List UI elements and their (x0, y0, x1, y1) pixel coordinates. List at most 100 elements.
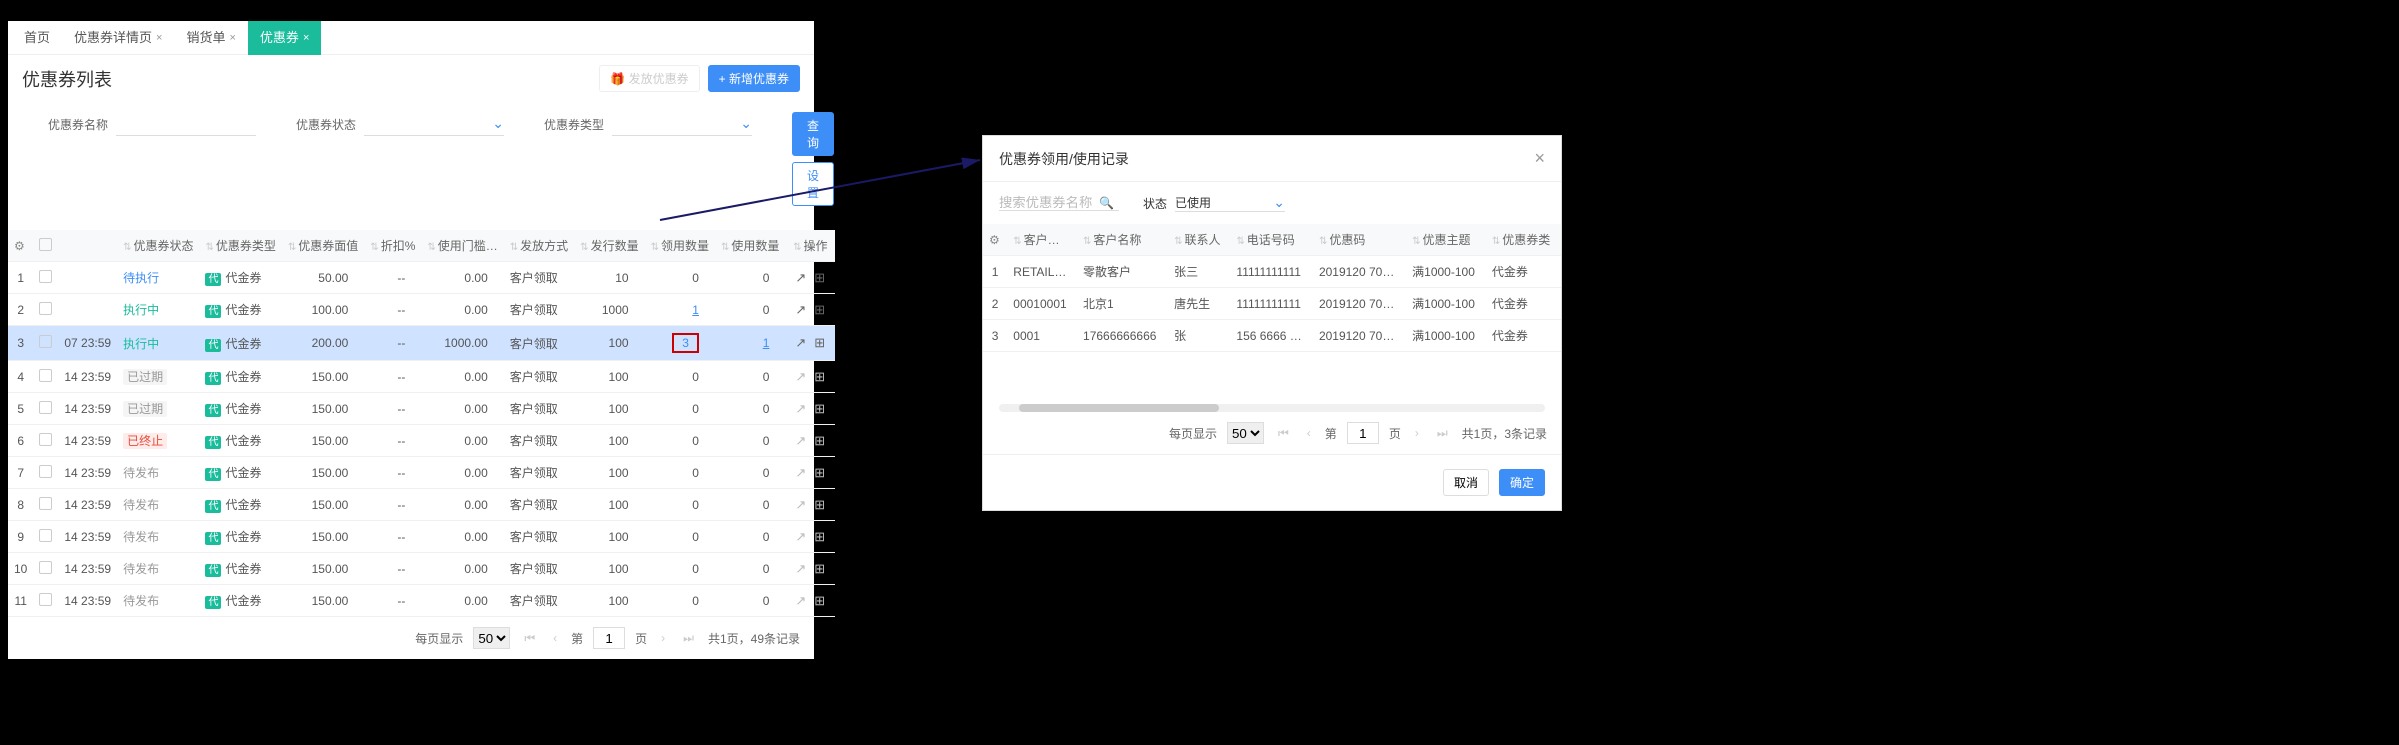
share-icon[interactable]: ↗ (795, 270, 806, 285)
column-header[interactable]: 联系人 (1168, 224, 1230, 256)
share-icon[interactable]: ↗ (795, 401, 806, 416)
select-all-checkbox[interactable] (39, 238, 52, 251)
column-header[interactable]: 优惠券状态 (117, 230, 199, 262)
next-page-icon[interactable]: › (657, 631, 669, 645)
share-icon[interactable]: ↗ (795, 529, 806, 544)
qrcode-icon[interactable]: ⊞ (814, 593, 825, 608)
qrcode-icon[interactable]: ⊞ (814, 561, 825, 576)
column-header[interactable]: 客户名称 (1077, 224, 1168, 256)
query-button[interactable]: 查询 (792, 112, 834, 156)
row-checkbox[interactable] (39, 593, 52, 606)
qrcode-icon[interactable]: ⊞ (814, 465, 825, 480)
table-row[interactable]: 2 00010001 北京1 唐先生 11111111111 2019120 7… (983, 288, 1561, 320)
tab-优惠券[interactable]: 优惠券× (248, 21, 321, 55)
column-header[interactable]: 发行数量 (574, 230, 644, 262)
row-checkbox[interactable] (39, 369, 52, 382)
column-header[interactable]: 折扣% (364, 230, 421, 262)
row-checkbox[interactable] (39, 529, 52, 542)
column-header[interactable]: 操作 (785, 230, 835, 262)
qrcode-icon[interactable]: ⊞ (814, 270, 825, 285)
tab-优惠券详情页[interactable]: 优惠券详情页× (62, 21, 174, 55)
share-icon[interactable]: ↗ (795, 335, 806, 350)
distribute-coupon-button[interactable]: 🎁 发放优惠券 (599, 65, 699, 92)
table-row[interactable]: 3 07 23:59 执行中 代代金券 200.00 -- 1000.00 客户… (8, 326, 835, 361)
row-checkbox[interactable] (39, 433, 52, 446)
modal-per-page-select[interactable]: 50 (1227, 422, 1264, 444)
close-tab-icon[interactable]: × (229, 21, 235, 55)
share-icon[interactable]: ↗ (795, 497, 806, 512)
qrcode-icon[interactable]: ⊞ (814, 497, 825, 512)
share-icon[interactable]: ↗ (795, 369, 806, 384)
column-header[interactable]: 客户… (1007, 224, 1077, 256)
column-header[interactable]: ⚙ (8, 230, 33, 262)
row-checkbox[interactable] (39, 561, 52, 574)
first-page-icon[interactable]: ⏮ (520, 631, 539, 646)
column-header[interactable]: 发放方式 (504, 230, 574, 262)
row-checkbox[interactable] (39, 497, 52, 510)
column-header[interactable]: 优惠码 (1313, 224, 1406, 256)
qrcode-icon[interactable]: ⊞ (814, 335, 825, 350)
qrcode-icon[interactable]: ⊞ (814, 401, 825, 416)
table-row[interactable]: 2 执行中 代代金券 100.00 -- 0.00 客户领取 1000 1 0 … (8, 294, 835, 326)
claimed-count-link[interactable]: 1 (692, 303, 699, 317)
table-row[interactable]: 5 14 23:59 已过期 代代金券 150.00 -- 0.00 客户领取 … (8, 393, 835, 425)
horizontal-scrollbar[interactable] (999, 404, 1545, 412)
modal-page-input[interactable] (1347, 422, 1379, 444)
row-checkbox[interactable] (39, 335, 52, 348)
row-checkbox[interactable] (39, 401, 52, 414)
row-checkbox[interactable] (39, 270, 52, 283)
last-page-icon[interactable]: ⏭ (679, 631, 698, 646)
qrcode-icon[interactable]: ⊞ (814, 302, 825, 317)
add-coupon-button[interactable]: + 新增优惠券 (708, 65, 800, 92)
table-row[interactable]: 7 14 23:59 待发布 代代金券 150.00 -- 0.00 客户领取 … (8, 457, 835, 489)
search-input[interactable] (999, 195, 1099, 210)
row-checkbox[interactable] (39, 465, 52, 478)
last-page-icon[interactable]: ⏭ (1433, 426, 1452, 441)
gear-icon[interactable]: ⚙ (989, 233, 1000, 247)
close-icon[interactable]: × (1534, 148, 1545, 169)
table-row[interactable]: 1 待执行 代代金券 50.00 -- 0.00 客户领取 10 0 0 ↗⊞ (8, 262, 835, 294)
qrcode-icon[interactable]: ⊞ (814, 529, 825, 544)
qrcode-icon[interactable]: ⊞ (814, 433, 825, 448)
share-icon[interactable]: ↗ (795, 433, 806, 448)
column-header[interactable]: 优惠主题 (1406, 224, 1486, 256)
state-select[interactable]: 已使用 ⌄ (1175, 194, 1285, 212)
per-page-select[interactable]: 50 (473, 627, 510, 649)
table-row[interactable]: 3 0001 17666666666 张 156 6666 … 2019120 … (983, 320, 1561, 352)
table-row[interactable]: 1 RETAIL… 零散客户 张三 11111111111 2019120 70… (983, 256, 1561, 288)
cancel-button[interactable]: 取消 (1443, 469, 1489, 496)
column-header[interactable]: 优惠券类 (1486, 224, 1561, 256)
table-row[interactable]: 11 14 23:59 待发布 代代金券 150.00 -- 0.00 客户领取… (8, 585, 835, 617)
prev-page-icon[interactable]: ‹ (1303, 426, 1315, 440)
search-icon[interactable]: 🔍 (1099, 196, 1114, 210)
qrcode-icon[interactable]: ⊞ (814, 369, 825, 384)
column-header[interactable]: 领用数量 (645, 230, 715, 262)
share-icon[interactable]: ↗ (795, 465, 806, 480)
prev-page-icon[interactable]: ‹ (549, 631, 561, 645)
used-count-link[interactable]: 1 (763, 336, 770, 350)
column-header[interactable]: ⚙ (983, 224, 1007, 256)
first-page-icon[interactable]: ⏮ (1274, 426, 1293, 441)
tab-销货单[interactable]: 销货单× (174, 21, 247, 55)
close-tab-icon[interactable]: × (303, 21, 309, 55)
column-header[interactable]: 使用数量 (715, 230, 785, 262)
column-header[interactable] (33, 230, 58, 262)
tab-首页[interactable]: 首页 (12, 21, 62, 55)
table-row[interactable]: 10 14 23:59 待发布 代代金券 150.00 -- 0.00 客户领取… (8, 553, 835, 585)
column-header[interactable]: 优惠券类型 (199, 230, 281, 262)
page-input[interactable] (593, 627, 625, 649)
column-header[interactable]: 优惠券面值 (282, 230, 364, 262)
coupon-type-select[interactable]: ⌄ (612, 112, 752, 136)
column-header[interactable]: 电话号码 (1230, 224, 1313, 256)
table-row[interactable]: 4 14 23:59 已过期 代代金券 150.00 -- 0.00 客户领取 … (8, 361, 835, 393)
share-icon[interactable]: ↗ (795, 593, 806, 608)
next-page-icon[interactable]: › (1411, 426, 1423, 440)
column-header[interactable]: 使用门槛… (421, 230, 503, 262)
share-icon[interactable]: ↗ (795, 561, 806, 576)
coupon-name-input[interactable] (116, 112, 256, 136)
config-button[interactable]: 设置 (792, 162, 834, 206)
column-header[interactable] (58, 230, 117, 262)
modal-search[interactable]: 🔍 (999, 195, 1119, 211)
row-checkbox[interactable] (39, 302, 52, 315)
claimed-count-link[interactable]: 3 (672, 333, 699, 353)
